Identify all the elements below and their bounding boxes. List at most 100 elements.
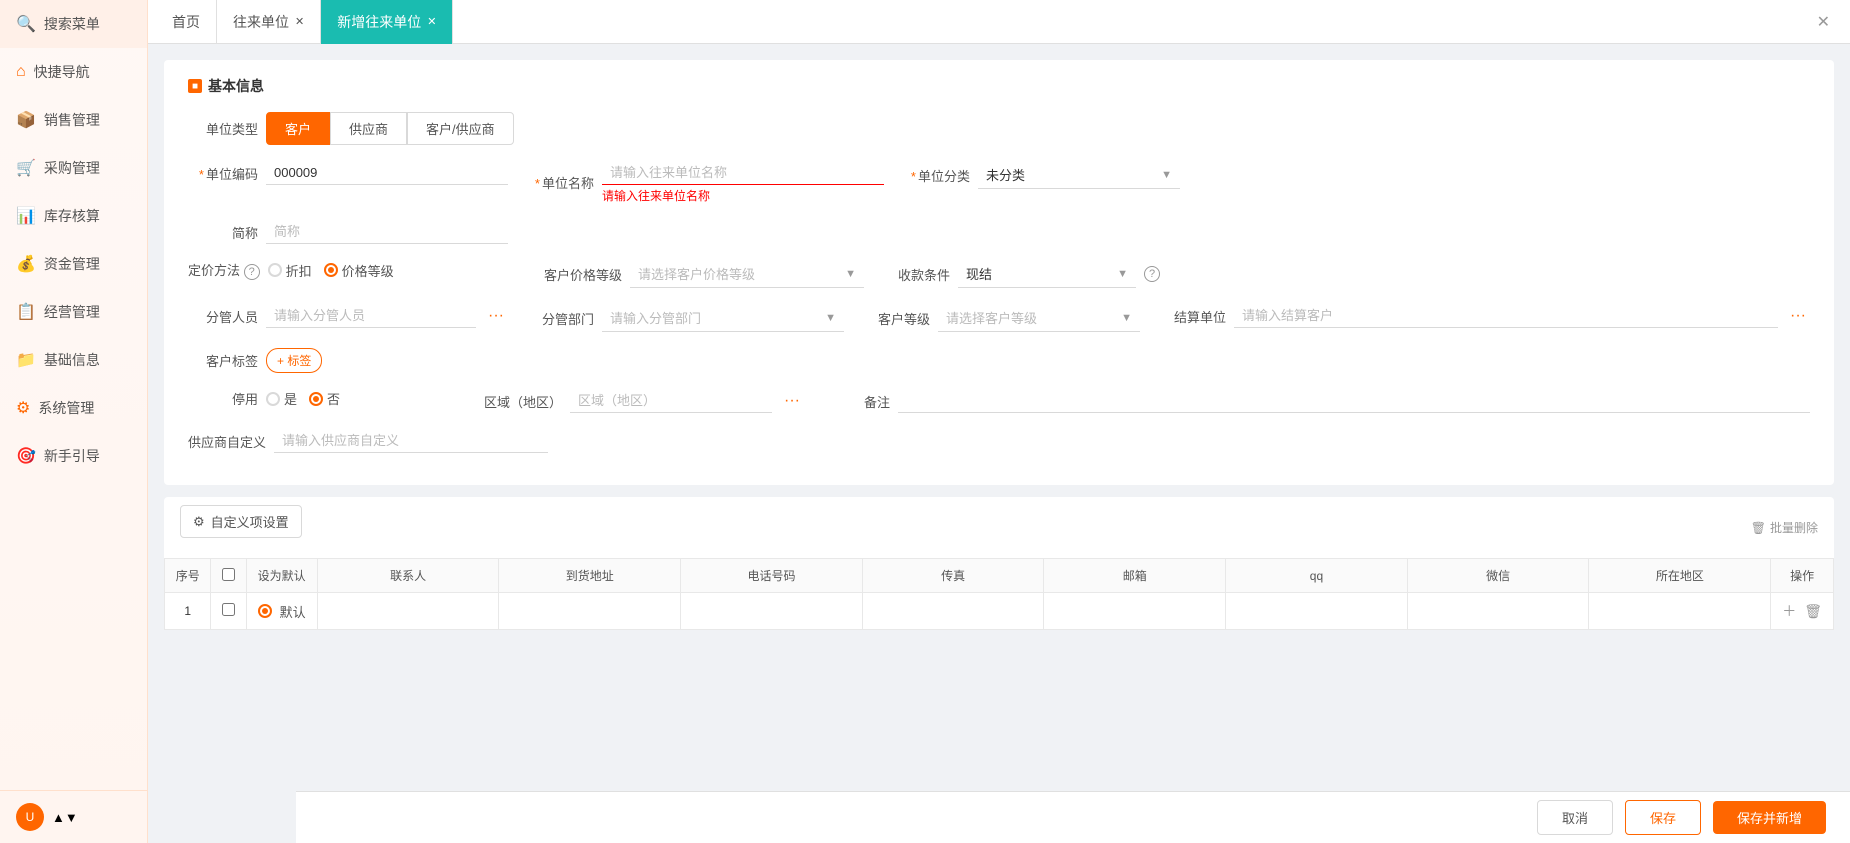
row-checkbox[interactable] [222, 603, 235, 616]
delete-row-icon[interactable]: 🗑 [1804, 603, 1822, 620]
pricing-help-icon[interactable]: ? [244, 264, 260, 280]
sidebar-item-search[interactable]: 🔍 搜索菜单 [0, 0, 147, 48]
email-input[interactable] [1054, 604, 1215, 618]
payment-help-icon[interactable]: ? [1144, 266, 1160, 282]
row-actions: ＋ 🗑 [1781, 601, 1823, 621]
col-region: 所在地区 [1589, 559, 1771, 593]
window-close-button[interactable]: ✕ [1805, 12, 1842, 32]
manager-input[interactable] [266, 304, 476, 328]
wechat-input[interactable] [1418, 604, 1579, 618]
remark-group: 备注 [820, 389, 1810, 413]
manager-more-icon[interactable]: ··· [484, 307, 508, 325]
radio-price-level[interactable]: 价格等级 [324, 261, 394, 280]
unit-type-buttons: 客户 供应商 客户/供应商 [266, 112, 514, 145]
cancel-button[interactable]: 取消 [1537, 800, 1613, 835]
custom-settings-button[interactable]: ⚙ 自定义项设置 [180, 505, 302, 538]
unit-name-input[interactable] [602, 161, 884, 185]
tab-partner[interactable]: 往来单位 ✕ [217, 0, 321, 44]
supplier-custom-group: 供应商自定义 [188, 429, 548, 453]
add-tag-button[interactable]: + 标签 [266, 348, 322, 373]
cell-wechat[interactable] [1407, 593, 1589, 630]
tab-new-partner[interactable]: 新增往来单位 ✕ [321, 0, 453, 44]
cell-phone[interactable] [681, 593, 863, 630]
sidebar-item-purchase[interactable]: 🛒 采购管理 [0, 144, 147, 192]
payment-terms-label: 收款条件 [880, 265, 950, 284]
cell-fax[interactable] [862, 593, 1044, 630]
sidebar: 🔍 搜索菜单 ⌂ 快捷导航 📦 销售管理 🛒 采购管理 📊 库存核算 💰 资金管… [0, 0, 148, 843]
delete-icon: 🗑 [1751, 521, 1766, 535]
default-radio[interactable]: 默认 [257, 602, 307, 621]
settlement-input[interactable] [1234, 304, 1778, 328]
customer-level-group: 客户等级 请选择客户等级 ▼ [860, 304, 1140, 332]
phone-input[interactable] [691, 604, 852, 618]
sidebar-item-guide[interactable]: 🎯 新手引导 [0, 432, 147, 480]
code-name-category-row: *单位编码 *单位名称 请输入往来单位名称 *单位分类 [188, 161, 1810, 204]
short-name-row: 简称 [188, 220, 1810, 244]
unit-code-input[interactable] [266, 161, 508, 185]
radio-disable-yes[interactable]: 是 [266, 389, 297, 408]
region-more-icon[interactable]: ··· [780, 392, 804, 410]
cell-seq: 1 [165, 593, 211, 630]
type-btn-customer[interactable]: 客户 [266, 112, 330, 145]
customer-price-level-select[interactable]: 请选择客户价格等级 ▼ [630, 260, 864, 288]
cell-contact[interactable] [317, 593, 499, 630]
close-new-partner-tab-icon[interactable]: ✕ [427, 15, 436, 28]
sidebar-item-basic[interactable]: 📁 基础信息 [0, 336, 147, 384]
type-btn-supplier[interactable]: 供应商 [330, 112, 407, 145]
cell-region[interactable] [1589, 593, 1771, 630]
disable-group: 停用 是 否 [188, 389, 468, 408]
supplier-custom-input[interactable] [274, 429, 548, 453]
sidebar-item-operations[interactable]: 📋 经营管理 [0, 288, 147, 336]
cell-default: 默认 [246, 593, 317, 630]
sidebar-item-sales[interactable]: 📦 销售管理 [0, 96, 147, 144]
radio-disable-no[interactable]: 否 [309, 389, 340, 408]
department-select[interactable]: 请输入分管部门 ▼ [602, 304, 844, 332]
row-region-input[interactable] [1599, 604, 1760, 618]
unit-name-error: 请输入往来单位名称 [602, 187, 884, 204]
unit-category-select[interactable]: 未分类 ▼ [978, 161, 1180, 189]
tags-group: 客户标签 + 标签 [188, 348, 1810, 373]
address-input[interactable] [509, 604, 670, 618]
unit-type-row: 单位类型 客户 供应商 客户/供应商 [188, 112, 1810, 145]
cell-qq[interactable] [1226, 593, 1408, 630]
cell-email[interactable] [1044, 593, 1226, 630]
close-partner-tab-icon[interactable]: ✕ [295, 15, 304, 28]
save-and-new-button[interactable]: 保存并新增 [1713, 801, 1826, 834]
region-label: 区域（地区） [484, 392, 562, 411]
sidebar-item-inventory[interactable]: 📊 库存核算 [0, 192, 147, 240]
type-btn-both[interactable]: 客户/供应商 [407, 112, 514, 145]
qq-input[interactable] [1236, 604, 1397, 618]
operations-icon: 📋 [16, 302, 36, 322]
supplier-custom-row: 供应商自定义 [188, 429, 1810, 453]
department-group: 分管部门 请输入分管部门 ▼ [524, 304, 844, 332]
header-checkbox[interactable] [222, 568, 235, 581]
col-seq: 序号 [165, 559, 211, 593]
disable-region-remark-row: 停用 是 否 区 [188, 389, 1810, 413]
customer-level-select[interactable]: 请选择客户等级 ▼ [938, 304, 1140, 332]
guide-icon: 🎯 [16, 446, 36, 466]
col-check [211, 559, 246, 593]
settlement-more-icon[interactable]: ··· [1786, 307, 1810, 325]
system-icon: ⚙ [16, 398, 30, 418]
sidebar-item-finance[interactable]: 💰 资金管理 [0, 240, 147, 288]
cell-address[interactable] [499, 593, 681, 630]
save-button[interactable]: 保存 [1625, 800, 1701, 835]
radio-discount[interactable]: 折扣 [268, 261, 312, 280]
contact-input[interactable] [328, 604, 489, 618]
short-name-input[interactable] [266, 220, 508, 244]
radio-disable-no-circle [309, 392, 323, 406]
batch-delete-button[interactable]: 🗑 批量删除 [1751, 505, 1818, 550]
payment-terms-select[interactable]: 现结 ▼ [958, 260, 1136, 288]
region-group: 区域（地区） ··· [484, 389, 804, 413]
tab-home[interactable]: 首页 [156, 0, 217, 44]
section-icon: ■ [188, 79, 202, 93]
short-name-group: 简称 [188, 220, 508, 244]
region-input[interactable] [570, 389, 772, 413]
sidebar-item-quick-nav[interactable]: ⌂ 快捷导航 [0, 48, 147, 96]
fax-input[interactable] [873, 604, 1034, 618]
unit-code-label: *单位编码 [188, 164, 258, 183]
remark-input[interactable] [898, 389, 1810, 413]
add-row-icon[interactable]: ＋ [1782, 601, 1796, 621]
contact-table: 序号 设为默认 联系人 到货地址 电话号码 传真 邮箱 qq 微信 所在地区 操… [164, 558, 1834, 630]
sidebar-item-system[interactable]: ⚙ 系统管理 [0, 384, 147, 432]
